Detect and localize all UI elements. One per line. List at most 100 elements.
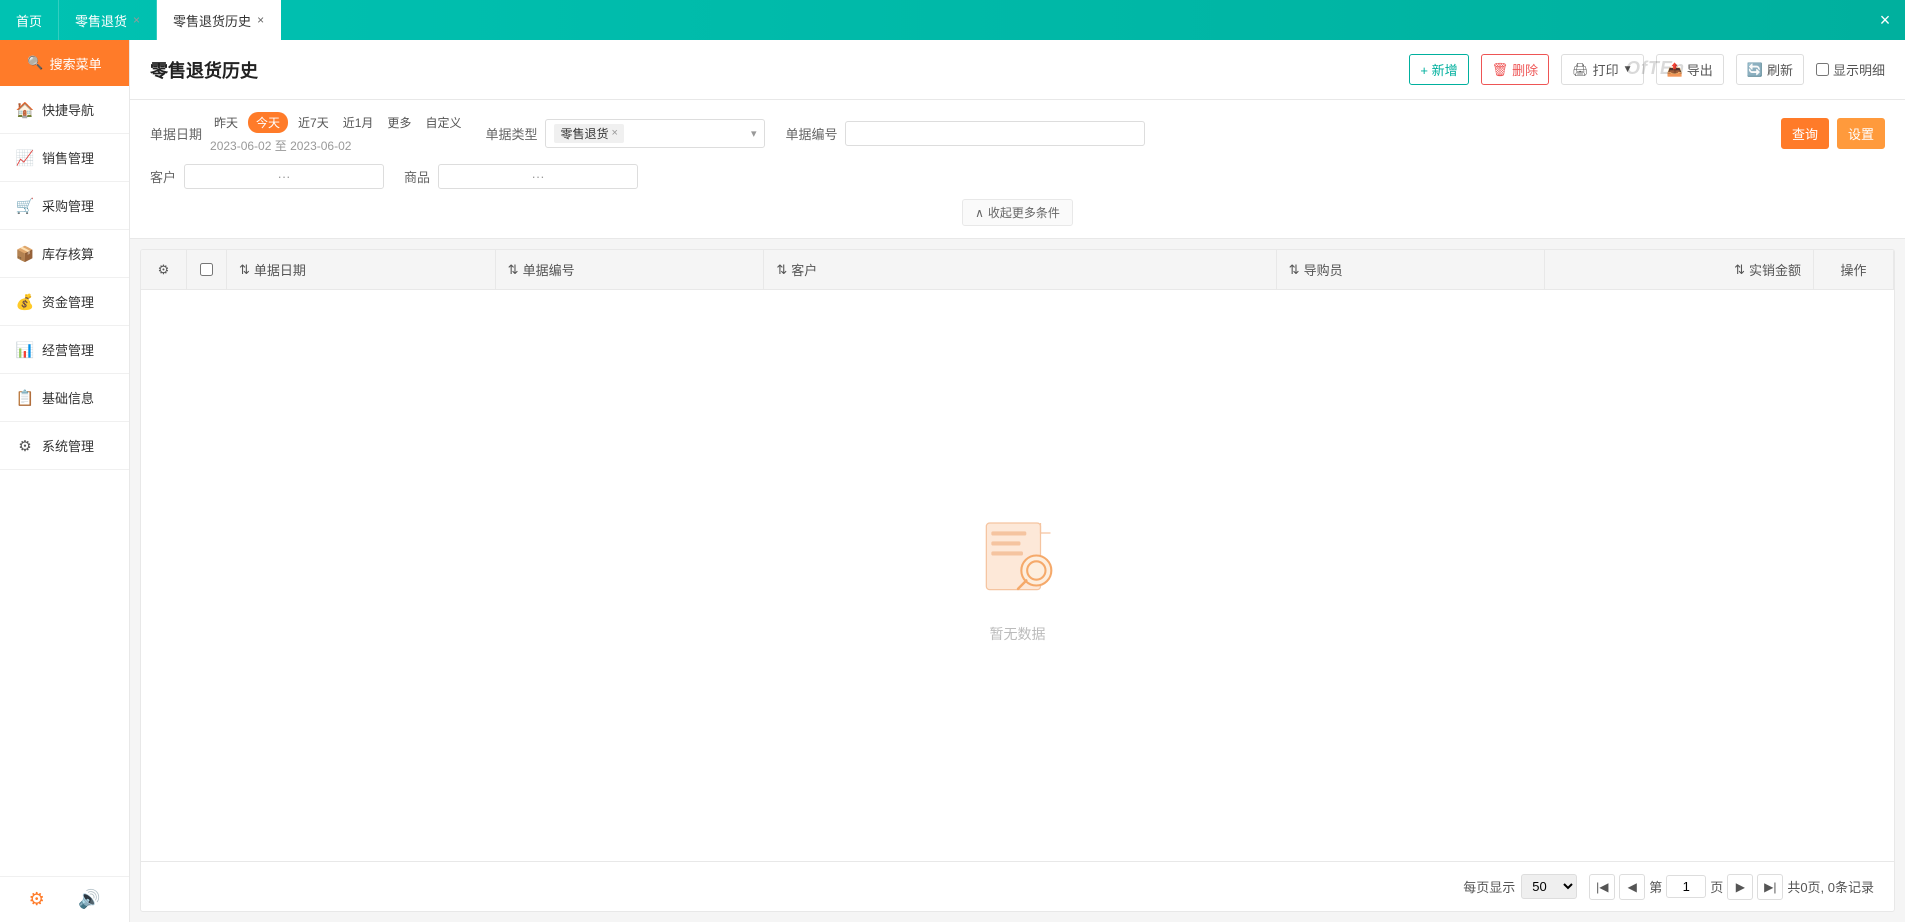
print-icon: 🖨 (1572, 62, 1589, 78)
pagination-summary: 共0页, 0条记录 (1787, 877, 1874, 896)
system-icon: ⚙ (16, 437, 34, 455)
pagination: 每页显示 10 20 50 100 |◀ ◀ 第 页 ▶ ▶| (141, 861, 1894, 911)
number-input[interactable] (845, 121, 1145, 146)
page-size-select[interactable]: 10 20 50 100 (1521, 874, 1577, 899)
filter-row-2: 客户 ··· 商品 ··· (150, 164, 1885, 189)
date-btn-1month[interactable]: 近1月 (339, 112, 378, 133)
main-layout: 🔍 搜索菜单 🏠 快捷导航 📈 销售管理 🛒 采购管理 📦 库存核算 💰 资金管… (0, 40, 1905, 922)
empty-state: 暂无数据 (141, 290, 1894, 861)
tab-retail-return-history[interactable]: 零售退货历史 × (157, 0, 281, 40)
filter-row-1: 单据日期 昨天 今天 近7天 近1月 更多 自定义 2023-06-02 至 2… (150, 112, 1885, 154)
delete-icon: 🗑 (1492, 62, 1509, 78)
type-tag-close[interactable]: × (611, 127, 617, 139)
table-area: ⚙ ⇅ 单据日期 ⇅ 单据编号 ⇅ 客户 ⇅ (140, 249, 1895, 912)
customer-input[interactable]: ··· (184, 164, 384, 189)
tab-list: 首页 零售退货 × 零售退货历史 × (0, 0, 1865, 40)
sort-icon-guide: ⇅ (1289, 262, 1300, 278)
page-header: 零售退货历史 + 新增 🗑 删除 🖨 打印 ▼ 📤 导出 (130, 40, 1905, 100)
window-close-button[interactable]: × (1865, 0, 1905, 40)
type-select[interactable]: 零售退货 × ▾ (545, 119, 765, 148)
date-filter: 单据日期 昨天 今天 近7天 近1月 更多 自定义 2023-06-02 至 2… (150, 112, 465, 154)
sidebar-item-finance[interactable]: 💰 资金管理 (0, 278, 129, 326)
refresh-icon: 🔄 (1747, 62, 1763, 78)
page-label: 第 (1649, 877, 1662, 896)
sales-icon: 📈 (16, 149, 34, 167)
show-detail-checkbox[interactable] (1816, 63, 1829, 76)
export-button[interactable]: 📤 导出 (1656, 54, 1724, 85)
sound-footer-icon[interactable]: 🔊 (78, 889, 100, 910)
th-amount[interactable]: ⇅ 实销金额 (1545, 250, 1814, 289)
date-shortcuts: 昨天 今天 近7天 近1月 更多 自定义 (210, 112, 465, 133)
customer-filter: 客户 ··· (150, 164, 384, 189)
table-header: ⚙ ⇅ 单据日期 ⇅ 单据编号 ⇅ 客户 ⇅ (141, 250, 1894, 290)
add-button[interactable]: + 新增 (1409, 54, 1468, 85)
page-unit-label: 页 (1710, 877, 1723, 896)
date-btn-yesterday[interactable]: 昨天 (210, 112, 242, 133)
gear-icon: ⚙ (158, 262, 170, 278)
sort-icon-number: ⇅ (508, 262, 519, 278)
sort-icon-date: ⇅ (239, 262, 250, 278)
th-customer[interactable]: ⇅ 客户 (764, 250, 1276, 289)
th-guide[interactable]: ⇅ 导购员 (1277, 250, 1546, 289)
date-btn-7days[interactable]: 近7天 (294, 112, 333, 133)
sidebar-item-purchase[interactable]: 🛒 采购管理 (0, 182, 129, 230)
type-select-arrow: ▾ (751, 127, 757, 140)
prev-page-button[interactable]: ◀ (1619, 874, 1645, 900)
top-bar: 首页 零售退货 × 零售退货历史 × × (0, 0, 1905, 40)
next-page-button[interactable]: ▶ (1727, 874, 1753, 900)
page-number-input[interactable] (1666, 875, 1706, 898)
finance-icon: 💰 (16, 293, 34, 311)
empty-text: 暂无数据 (990, 624, 1046, 644)
collapse-button[interactable]: ∧ 收起更多条件 (962, 199, 1073, 226)
th-settings[interactable]: ⚙ (141, 250, 187, 289)
home-icon: 🏠 (16, 101, 34, 119)
settings-footer-icon[interactable]: ⚙ (29, 889, 45, 910)
basicinfo-icon: 📋 (16, 389, 34, 407)
sidebar-item-inventory[interactable]: 📦 库存核算 (0, 230, 129, 278)
pagination-nav: |◀ ◀ 第 页 ▶ ▶| 共0页, 0条记录 (1589, 874, 1874, 900)
sort-icon-customer: ⇅ (776, 262, 787, 278)
page-title-row: 零售退货历史 + 新增 🗑 删除 🖨 打印 ▼ 📤 导出 (150, 54, 1885, 85)
number-filter: 单据编号 (785, 121, 1145, 146)
sidebar-item-quick-nav[interactable]: 🏠 快捷导航 (0, 86, 129, 134)
tab-retail-return-history-close[interactable]: × (257, 13, 264, 27)
sidebar-item-basic-info[interactable]: 📋 基础信息 (0, 374, 129, 422)
sidebar-item-system[interactable]: ⚙ 系统管理 (0, 422, 129, 470)
date-btn-custom[interactable]: 自定义 (421, 112, 465, 133)
delete-button[interactable]: 🗑 删除 (1481, 54, 1550, 85)
th-date[interactable]: ⇅ 单据日期 (227, 250, 496, 289)
operations-icon: 📊 (16, 341, 34, 359)
th-number[interactable]: ⇅ 单据编号 (496, 250, 765, 289)
date-range-text: 2023-06-02 至 2023-06-02 (210, 137, 465, 154)
sort-icon-amount: ⇅ (1734, 262, 1745, 278)
tab-retail-return[interactable]: 零售退货 × (59, 0, 157, 40)
chevron-up-icon: ∧ (975, 206, 984, 220)
date-btn-more[interactable]: 更多 (383, 112, 415, 133)
show-detail-checkbox-label[interactable]: 显示明细 (1816, 60, 1885, 79)
print-dropdown-icon: ▼ (1623, 64, 1633, 75)
last-page-button[interactable]: ▶| (1757, 874, 1783, 900)
sidebar-item-operations[interactable]: 📊 经营管理 (0, 326, 129, 374)
tab-home[interactable]: 首页 (0, 0, 59, 40)
select-all-checkbox[interactable] (200, 263, 213, 276)
page-size-control: 每页显示 10 20 50 100 (1463, 874, 1577, 899)
goods-filter: 商品 ··· (404, 164, 638, 189)
empty-icon (968, 508, 1068, 608)
query-button[interactable]: 查询 (1781, 118, 1829, 149)
date-btn-today[interactable]: 今天 (248, 112, 288, 133)
settings-button[interactable]: 设置 (1837, 118, 1885, 149)
print-button[interactable]: 🖨 打印 ▼ (1561, 54, 1643, 85)
export-icon: 📤 (1667, 62, 1683, 78)
action-buttons: 查询 设置 (1781, 118, 1885, 149)
goods-input[interactable]: ··· (438, 164, 638, 189)
first-page-button[interactable]: |◀ (1589, 874, 1615, 900)
page-title: 零售退货历史 (150, 57, 258, 83)
sidebar: 🔍 搜索菜单 🏠 快捷导航 📈 销售管理 🛒 采购管理 📦 库存核算 💰 资金管… (0, 40, 130, 922)
sidebar-item-sales[interactable]: 📈 销售管理 (0, 134, 129, 182)
th-action: 操作 (1814, 250, 1894, 289)
sidebar-search[interactable]: 🔍 搜索菜单 (0, 40, 129, 86)
th-checkbox[interactable] (187, 250, 227, 289)
refresh-button[interactable]: 🔄 刷新 (1736, 54, 1804, 85)
inventory-icon: 📦 (16, 245, 34, 263)
tab-retail-return-close[interactable]: × (133, 13, 140, 27)
